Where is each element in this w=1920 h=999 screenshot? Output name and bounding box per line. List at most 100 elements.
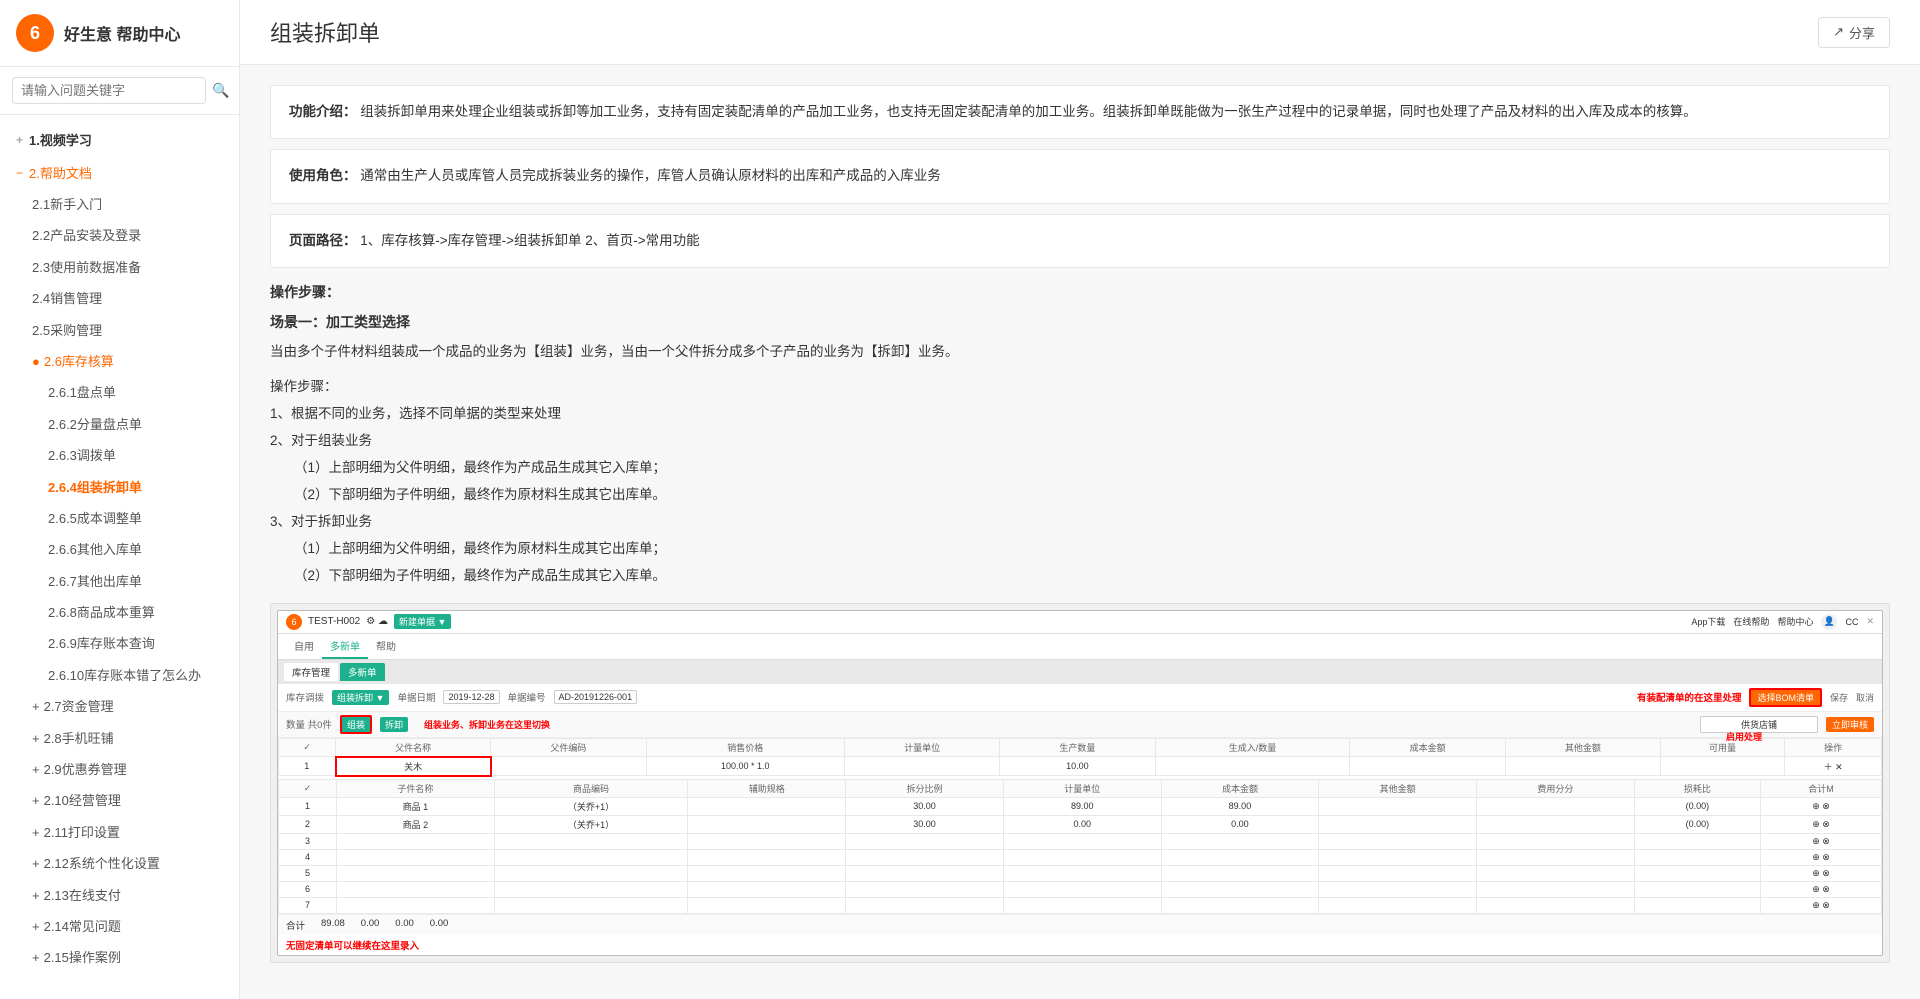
sidebar-item-stocktake[interactable]: 2.6.1盘点单	[0, 377, 239, 408]
form-date-val[interactable]: 2019-12-28	[443, 690, 499, 704]
child-row-6: 6⊕ ⊗	[279, 881, 1882, 897]
nav-home[interactable]: 自用	[286, 634, 322, 659]
steps-title: 操作步骤：	[270, 282, 1890, 302]
search-box: 🔍	[0, 67, 239, 115]
nav-new-order[interactable]: 多新单	[322, 634, 368, 659]
col-qty: 生产数量	[1000, 738, 1155, 757]
sidebar-item-cases[interactable]: +2.15操作案例	[0, 942, 239, 973]
child-cost-1: 89.00	[1161, 797, 1319, 815]
total-label: 合计	[286, 918, 305, 932]
nav-help[interactable]: 帮助	[368, 634, 404, 659]
path-text: 1、库存核算->库存管理->组装拆卸单 2、首页->常用功能	[360, 233, 699, 248]
sidebar-item-biz[interactable]: +2.10经营管理	[0, 785, 239, 816]
total-val2: 0.00	[361, 918, 380, 932]
sidebar-item-custom[interactable]: +2.12系统个性化设置	[0, 848, 239, 879]
child-ratio-1: 30.00	[846, 797, 1004, 815]
form-save-btn[interactable]: 保存	[1830, 691, 1848, 704]
disassemble-btn[interactable]: 拆卸	[380, 717, 408, 732]
col-unit2: 计量单位	[1003, 779, 1161, 797]
sidebar-item-install[interactable]: 2.2产品安装及登录	[0, 220, 239, 251]
child-row-2: 2 商品 2 （关乔+1） 30.00 0.00 0.00 (0.00)	[279, 815, 1882, 833]
col-other: 其他金额	[1505, 738, 1660, 757]
step3-sub2: （2）下部明细为子件明细，最终作为产成品生成其它入库单。	[270, 562, 1890, 589]
sidebar-item-docs[interactable]: − 2.帮助文档	[0, 156, 239, 189]
form-order-type-btn[interactable]: 组装拆卸 ▼	[332, 690, 389, 705]
role-label: 使用角色：	[289, 168, 357, 183]
search-input[interactable]	[12, 77, 206, 104]
parent-cost-1	[1350, 757, 1505, 776]
logo-icon: 6	[16, 14, 54, 52]
child-unit-2: 0.00	[1003, 815, 1161, 833]
app-top-right: App下载在线帮助帮助中心 👤 CC ✕	[1691, 614, 1874, 630]
share-button[interactable]: ↗ 分享	[1818, 17, 1890, 48]
child-table: ✓ 子件名称 商品编码 辅助规格 拆分比例 计量单位 成本金额 其他金额 费用分…	[278, 779, 1882, 914]
col-cost2: 成本金额	[1161, 779, 1319, 797]
sub-form-label: 数量 共0件	[286, 717, 332, 731]
step2: 2、对于组装业务	[270, 427, 1890, 454]
sidebar-item-video[interactable]: + 1.视频学习	[0, 123, 239, 156]
tab-inventory[interactable]: 库存管理	[284, 663, 338, 681]
app-new-order-btn[interactable]: 新建单据 ▼	[394, 614, 451, 629]
step2-sub1: （1）上部明细为父件明细，最终作为产成品生成其它入库单；	[270, 454, 1890, 481]
col-price: 销售价格	[646, 738, 844, 757]
parent-price-1: 100.00 * 1.0	[646, 757, 844, 776]
sidebar-item-cost-recalc[interactable]: 2.6.8商品成本重算	[0, 597, 239, 628]
type-switch-btn[interactable]: 组装	[340, 715, 372, 734]
total-row: 合计 89.08 0.00 0.00 0.00	[278, 914, 1882, 935]
sidebar-item-ledger[interactable]: 2.6.9库存账本查询	[0, 628, 239, 659]
parent-in-qty-1	[1155, 757, 1350, 776]
confirm-btn[interactable]: 立即审核	[1826, 717, 1874, 732]
form-cancel-btn[interactable]: 取消	[1856, 691, 1874, 704]
scenario1-desc: 当由多个子件材料组装成一个成品的业务为【组装】业务，当由一个父件拆分成多个子产品…	[270, 338, 1890, 365]
main-area: 组装拆卸单 ↗ 分享 功能介绍： 组装拆卸单用来处理企业组装或拆卸等加工业务，支…	[240, 0, 1920, 999]
sidebar-item-cost-adjust[interactable]: 2.6.5成本调整单	[0, 503, 239, 534]
col-child-name: 子件名称	[336, 779, 494, 797]
child-aux-1	[688, 797, 846, 815]
role-block: 使用角色： 通常由生产人员或库管人员完成拆装业务的操作，库管人员确认原材料的出库…	[270, 149, 1890, 203]
sidebar-item-purchase[interactable]: 2.5采购管理	[0, 315, 239, 346]
step1: 1、根据不同的业务，选择不同单据的类型来处理	[270, 400, 1890, 427]
sidebar-item-coupon[interactable]: +2.9优惠券管理	[0, 754, 239, 785]
col-op: 操作	[1785, 738, 1882, 757]
func-intro-block: 功能介绍： 组装拆卸单用来处理企业组装或拆卸等加工业务，支持有固定装配清单的产品…	[270, 85, 1890, 139]
child-cost-2: 0.00	[1161, 815, 1319, 833]
sidebar-item-inventory[interactable]: ●2.6库存核算	[0, 346, 239, 377]
sidebar-item-assembly[interactable]: 2.6.4组装拆卸单	[0, 472, 239, 503]
form-order-type-label: 库存调拨	[286, 690, 324, 704]
col-other2: 其他金额	[1319, 779, 1477, 797]
child-row-4: 4⊕ ⊗	[279, 849, 1882, 865]
search-button[interactable]: 🔍	[212, 82, 229, 99]
app-close-btn[interactable]: ✕	[1866, 616, 1874, 627]
parent-name-1: 关木	[404, 762, 422, 772]
step3: 3、对于拆卸业务	[270, 508, 1890, 535]
sidebar-item-mobile[interactable]: +2.8手机旺铺	[0, 723, 239, 754]
sidebar-item-ledger-err[interactable]: 2.6.10库存账本错了怎么办	[0, 660, 239, 691]
sidebar-item-transfer[interactable]: 2.6.3调拨单	[0, 440, 239, 471]
sidebar-item-newcomer[interactable]: 2.1新手入门	[0, 189, 239, 220]
sidebar-item-data-prep[interactable]: 2.3使用前数据准备	[0, 252, 239, 283]
child-unit-1: 89.00	[1003, 797, 1161, 815]
sidebar-item-partial-stocktake[interactable]: 2.6.2分量盘点单	[0, 409, 239, 440]
sidebar-item-other-out[interactable]: 2.6.7其他出库单	[0, 566, 239, 597]
parent-code-1	[491, 757, 646, 776]
sidebar-item-online-pay[interactable]: +2.13在线支付	[0, 880, 239, 911]
action-btn[interactable]: 选择BOM清单	[1749, 688, 1822, 707]
col-ratio: 拆分比例	[846, 779, 1004, 797]
parent-other-1	[1505, 757, 1660, 776]
form-date-label: 单据日期	[397, 690, 435, 704]
app-avatar: 👤	[1821, 614, 1837, 630]
app-logo-small: 6	[286, 614, 302, 630]
sidebar-item-print[interactable]: +2.11打印设置	[0, 817, 239, 848]
sidebar-item-cash[interactable]: +2.7资金管理	[0, 691, 239, 722]
app-screenshot: 6 TEST-H002 ⚙ ☁ 新建单据 ▼ App下载在线帮助帮助中心 👤 C…	[277, 610, 1883, 956]
tab-new-order[interactable]: 多新单	[340, 663, 385, 681]
sidebar-item-faq[interactable]: +2.14常见问题	[0, 911, 239, 942]
app-id: TEST-H002	[308, 616, 360, 627]
sidebar-item-sales[interactable]: 2.4销售管理	[0, 283, 239, 314]
form-order-label: 单据编号	[508, 690, 546, 704]
sidebar-item-other-in[interactable]: 2.6.6其他入库单	[0, 534, 239, 565]
child-fee-2	[1477, 815, 1635, 833]
path-block: 页面路径： 1、库存核算->库存管理->组装拆卸单 2、首页->常用功能	[270, 214, 1890, 268]
main-content: 功能介绍： 组装拆卸单用来处理企业组装或拆卸等加工业务，支持有固定装配清单的产品…	[240, 65, 1920, 999]
form-order-val[interactable]: AD-20191226-001	[554, 690, 638, 704]
